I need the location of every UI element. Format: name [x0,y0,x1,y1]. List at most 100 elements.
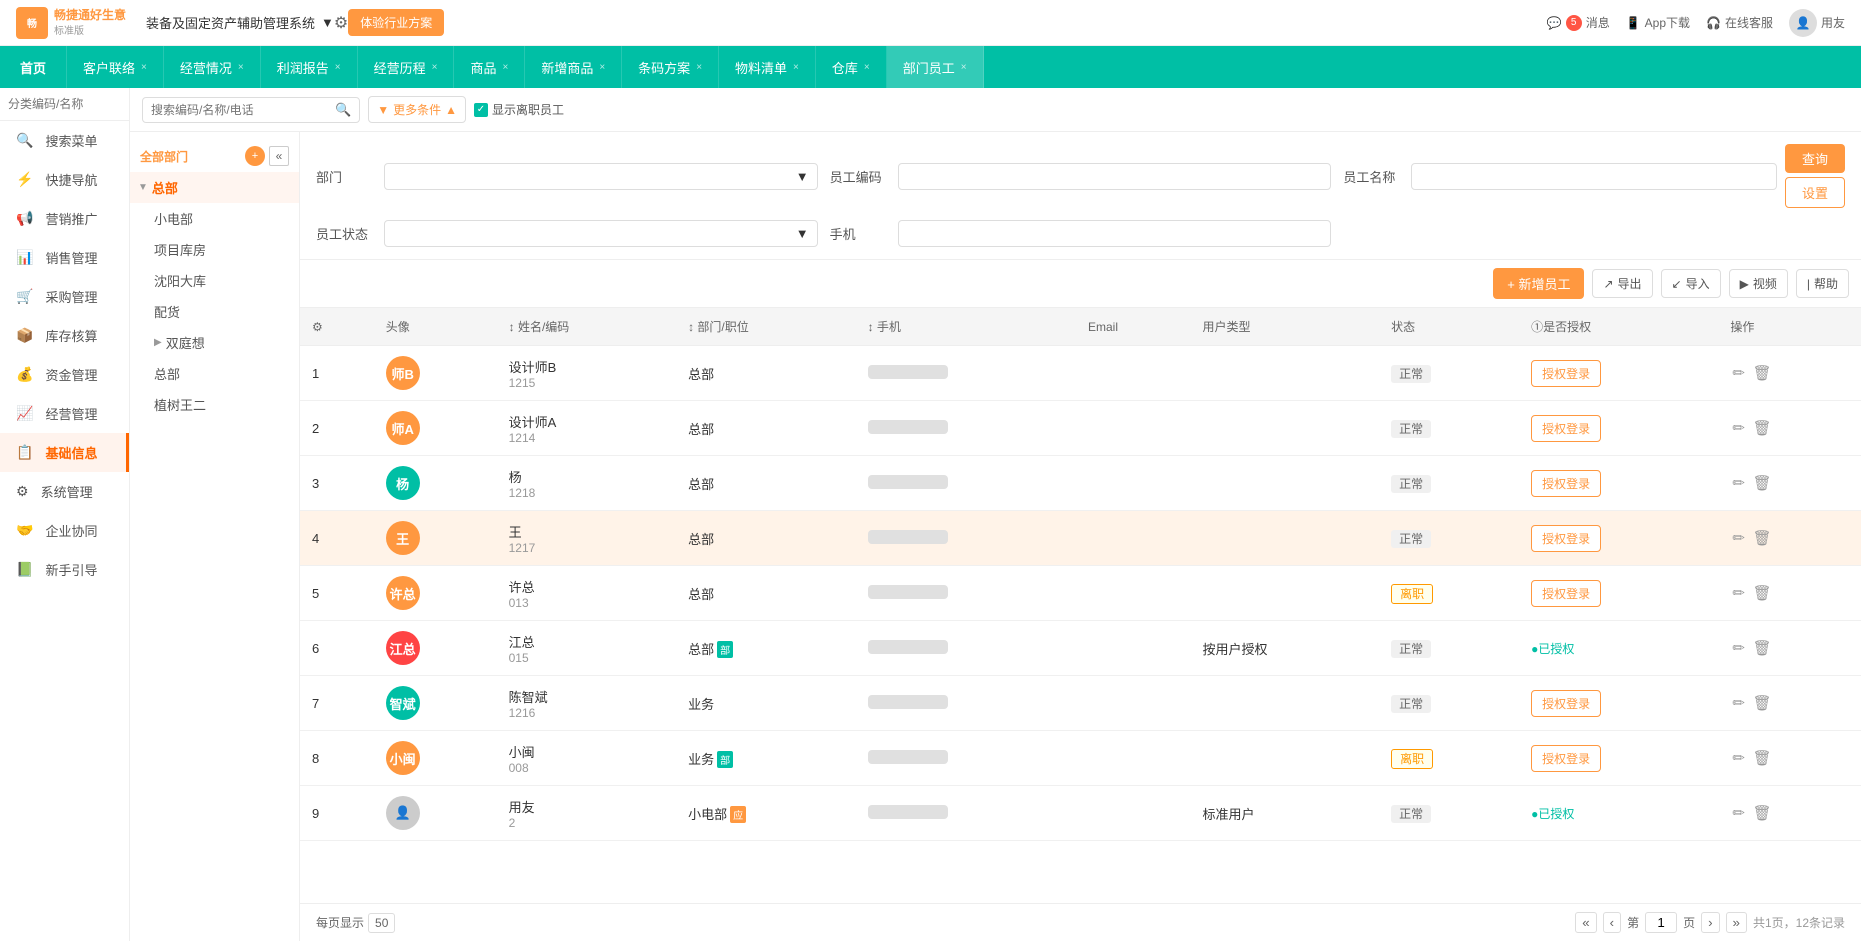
dept-add-button[interactable]: + [245,146,265,166]
more-conditions-button[interactable]: ▼ 更多条件 ▲ [368,96,466,123]
emp-code-input[interactable] [898,163,1332,190]
tab-goods[interactable]: 商品 × [454,46,525,88]
edit-button[interactable]: ✏ [1730,637,1747,659]
delete-button[interactable]: 🗑 [1751,747,1774,769]
dept-node-project[interactable]: 项目库房 [130,234,299,265]
tab-profit[interactable]: 利润报告 × [261,46,358,88]
authorize-button[interactable]: 授权登录 [1531,745,1601,772]
help-button[interactable]: | 帮助 [1796,269,1849,298]
close-icon[interactable]: × [864,62,870,73]
tab-bom[interactable]: 物料清单 × [719,46,816,88]
edit-button[interactable]: ✏ [1730,362,1747,384]
close-icon[interactable]: × [502,62,508,73]
edit-button[interactable]: ✏ [1730,692,1747,714]
page-number-input[interactable] [1645,912,1677,933]
close-icon[interactable]: × [961,62,967,73]
search-input[interactable] [151,103,331,117]
next-page-button[interactable]: › [1701,912,1719,933]
dept-node-peihuO[interactable]: 配货 [130,296,299,327]
sidebar-item-purchase[interactable]: 🛒 采购管理 [0,277,129,316]
authorize-button[interactable]: 授权登录 [1531,360,1601,387]
tab-dept-staff[interactable]: 部门员工 × [887,46,984,88]
delete-button[interactable]: 🗑 [1751,637,1774,659]
export-button[interactable]: ↗ 导出 [1592,269,1652,298]
delete-button[interactable]: 🗑 [1751,362,1774,384]
per-page-value[interactable]: 50 [368,913,395,933]
edit-button[interactable]: ✏ [1730,417,1747,439]
sidebar-item-inventory[interactable]: 📦 库存核算 [0,316,129,355]
sidebar-item-basic[interactable]: 📋 基础信息 [0,433,129,472]
close-icon[interactable]: × [335,62,341,73]
delete-button[interactable]: 🗑 [1751,692,1774,714]
import-button[interactable]: ↙ 导入 [1661,269,1721,298]
delete-button[interactable]: 🗑 [1751,802,1774,824]
tab-customer[interactable]: 客户联络 × [67,46,164,88]
phone-input[interactable] [898,220,1332,247]
sidebar-item-guide[interactable]: 📗 新手引导 [0,550,129,589]
show-resigned-toggle[interactable]: ✓ 显示离职员工 [474,101,564,118]
sidebar-search-input[interactable] [8,97,130,111]
authorize-button[interactable]: 授权登录 [1531,580,1601,607]
settings-gear-button[interactable]: ⚙ [334,13,348,33]
prev-page-button[interactable]: ‹ [1603,912,1621,933]
set-button[interactable]: 设置 [1785,177,1845,208]
sidebar-item-collab[interactable]: 🤝 企业协同 [0,511,129,550]
delete-button[interactable]: 🗑 [1751,527,1774,549]
sidebar-item-marketing[interactable]: 📢 营销推广 [0,199,129,238]
system-title-arrow[interactable]: ▼ [321,15,334,30]
close-icon[interactable]: × [238,62,244,73]
sidebar-item-search[interactable]: 🔍 搜索菜单 [0,121,129,160]
authorize-button[interactable]: 授权登录 [1531,415,1601,442]
dept-node-shuangting[interactable]: ▶ 双庭想 [130,327,299,358]
close-icon[interactable]: × [141,62,147,73]
dept-node-zongbu-root[interactable]: ▼ 总部 [130,172,299,203]
last-page-button[interactable]: » [1726,912,1747,933]
col-dept[interactable]: ↕ 部门/职位 [676,308,855,346]
edit-button[interactable]: ✏ [1730,582,1747,604]
delete-button[interactable]: 🗑 [1751,582,1774,604]
emp-status-select[interactable]: ▼ [384,220,818,247]
sidebar-item-system[interactable]: ⚙ 系统管理 [0,472,129,511]
dept-node-zhushu[interactable]: 植树王二 [130,389,299,420]
app-download-button[interactable]: 📱 App下载 [1626,14,1690,31]
delete-button[interactable]: 🗑 [1751,472,1774,494]
tab-add-goods[interactable]: 新增商品 × [525,46,622,88]
col-name[interactable]: ↕ 姓名/编码 [497,308,676,346]
tab-operation[interactable]: 经营情况 × [164,46,261,88]
dept-filter-select[interactable]: ▼ [384,163,818,190]
sidebar-item-sales[interactable]: 📊 销售管理 [0,238,129,277]
close-icon[interactable]: × [432,62,438,73]
trial-button[interactable]: 体验行业方案 [348,9,444,36]
edit-button[interactable]: ✏ [1730,527,1747,549]
user-menu[interactable]: 👤 用友 [1789,9,1845,37]
edit-button[interactable]: ✏ [1730,747,1747,769]
emp-name-input[interactable] [1411,163,1777,190]
sidebar-item-quicknav[interactable]: ⚡ 快捷导航 [0,160,129,199]
close-icon[interactable]: × [599,62,605,73]
tab-home[interactable]: 首页 [0,46,67,88]
tab-process[interactable]: 经营历程 × [358,46,455,88]
sidebar-item-finance[interactable]: 💰 资金管理 [0,355,129,394]
col-settings[interactable]: ⚙ [300,308,374,346]
online-service-button[interactable]: 🎧 在线客服 [1706,14,1773,31]
col-phone[interactable]: ↕ 手机 [856,308,1076,346]
authorize-button[interactable]: 授权登录 [1531,470,1601,497]
tab-barcode[interactable]: 条码方案 × [622,46,719,88]
add-employee-button[interactable]: + 新增员工 [1493,268,1584,299]
sidebar-item-business[interactable]: 📈 经营管理 [0,394,129,433]
message-button[interactable]: 💬 5 消息 [1547,14,1610,31]
dept-collapse-button[interactable]: « [269,146,289,166]
tab-warehouse[interactable]: 仓库 × [816,46,887,88]
delete-button[interactable]: 🗑 [1751,417,1774,439]
dept-node-xiaodian[interactable]: 小电部 [130,203,299,234]
query-button[interactable]: 查询 [1785,144,1845,173]
authorize-button[interactable]: 授权登录 [1531,525,1601,552]
dept-node-zongbu-child[interactable]: 总部 [130,358,299,389]
first-page-button[interactable]: « [1575,912,1596,933]
close-icon[interactable]: × [696,62,702,73]
edit-button[interactable]: ✏ [1730,802,1747,824]
authorize-button[interactable]: 授权登录 [1531,690,1601,717]
video-button[interactable]: ▶ 视频 [1729,269,1788,298]
search-box[interactable]: 🔍 [142,97,360,123]
sidebar-search[interactable]: 🔍 [0,88,129,121]
